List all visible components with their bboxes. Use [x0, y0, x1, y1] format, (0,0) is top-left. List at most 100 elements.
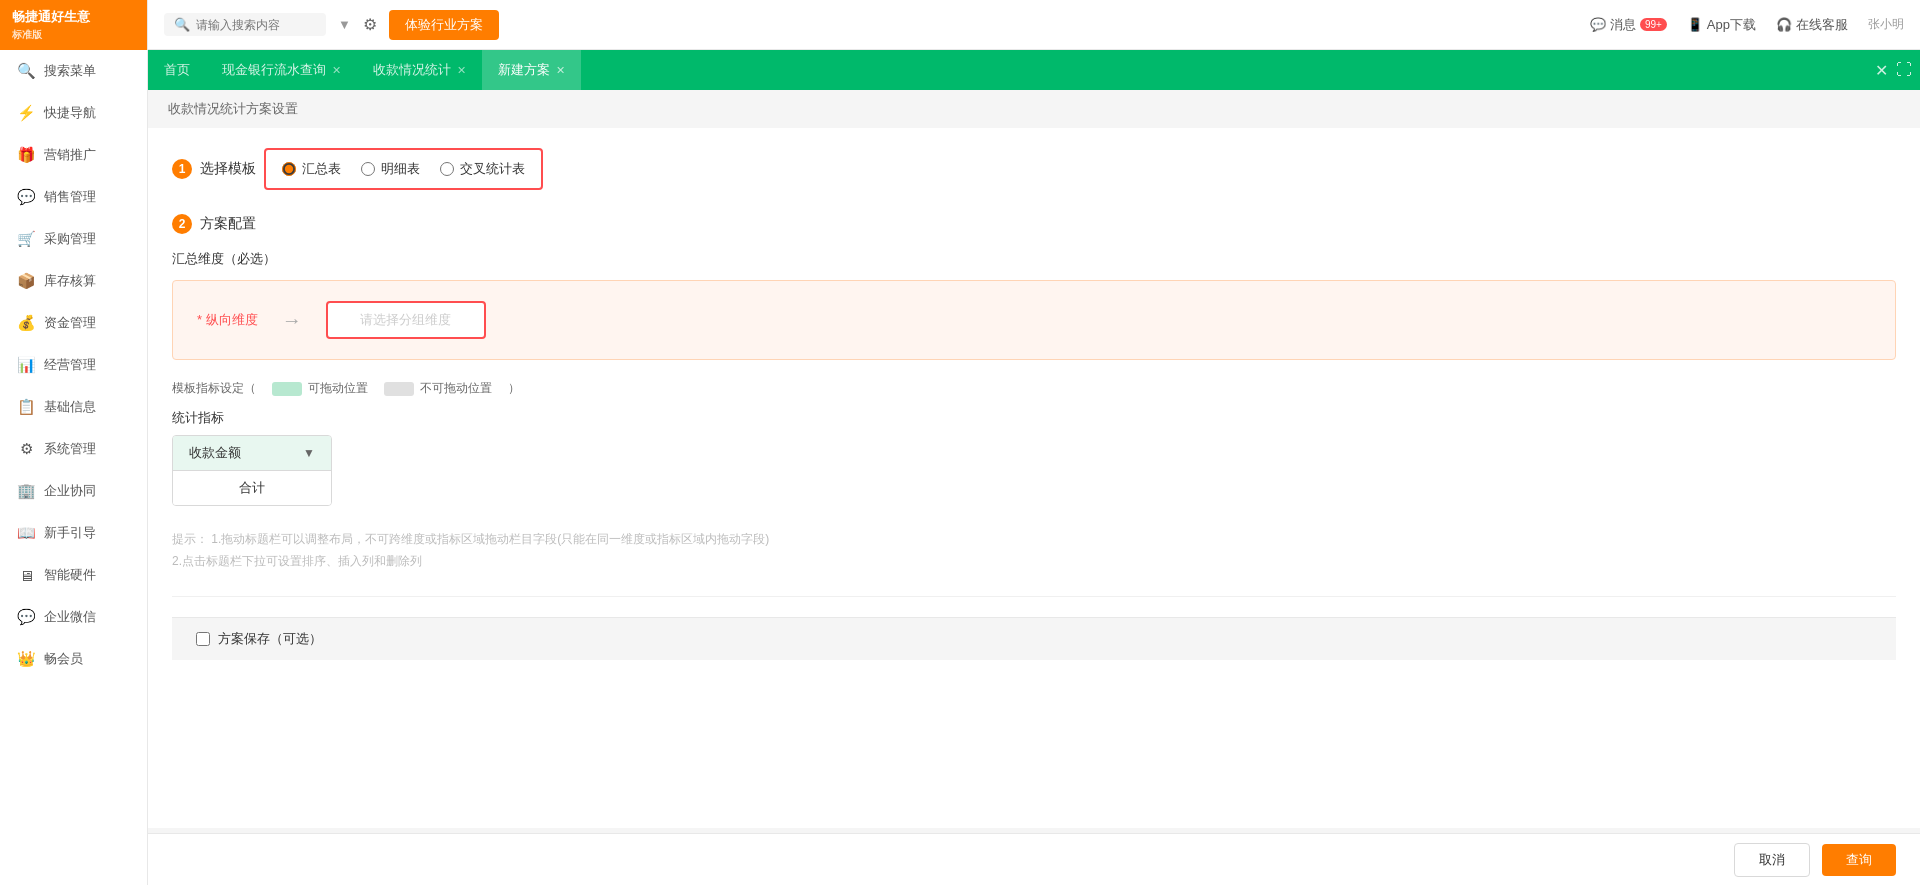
marketing-icon: 🎁	[16, 146, 36, 164]
sidebar-label-sales: 销售管理	[44, 188, 96, 206]
sidebar-label-basic-info: 基础信息	[44, 398, 96, 416]
sidebar-label-marketing: 营销推广	[44, 146, 96, 164]
sidebar-item-inventory[interactable]: 📦 库存核算	[0, 260, 147, 302]
trial-button[interactable]: 体验行业方案	[389, 10, 499, 40]
app-name: 畅捷通好生意	[12, 8, 90, 26]
tab-new-plan-label: 新建方案	[498, 61, 550, 79]
sidebar-item-search-menu[interactable]: 🔍 搜索菜单	[0, 50, 147, 92]
sidebar-label-operations: 经营管理	[44, 356, 96, 374]
tab-cashflow[interactable]: 现金银行流水查询 ✕	[206, 50, 357, 90]
sales-icon: 💬	[16, 188, 36, 206]
online-support-label: 在线客服	[1796, 16, 1848, 34]
cancel-button[interactable]: 取消	[1734, 843, 1810, 877]
step2-header: 2 方案配置	[172, 214, 1896, 234]
radio-summary[interactable]: 汇总表	[282, 160, 341, 178]
sidebar-item-marketing[interactable]: 🎁 营销推广	[0, 134, 147, 176]
app-download-label: App下载	[1707, 16, 1756, 34]
content-area: 1 选择模板 汇总表 明细表 交叉统计表	[148, 128, 1920, 828]
legend-draggable-color	[272, 382, 302, 396]
sidebar-item-purchase[interactable]: 🛒 采购管理	[0, 218, 147, 260]
app-download-btn[interactable]: 📱 App下载	[1687, 16, 1756, 34]
metrics-section-label: 统计指标	[172, 409, 1896, 427]
step2-title: 方案配置	[200, 215, 256, 233]
sidebar-item-sales[interactable]: 💬 销售管理	[0, 176, 147, 218]
step1-number: 1	[172, 159, 192, 179]
sidebar-label-enterprise-collab: 企业协同	[44, 482, 96, 500]
radio-detail-input[interactable]	[361, 162, 375, 176]
tab-bar-right: ✕ ⛶	[1875, 61, 1920, 80]
metrics-legend: 模板指标设定（ 可拖动位置 不可拖动位置 ）	[172, 380, 1896, 397]
query-button[interactable]: 查询	[1822, 844, 1896, 876]
close-window-icon[interactable]: ✕	[1875, 61, 1888, 80]
sidebar-item-vip-member[interactable]: 👑 畅会员	[0, 638, 147, 680]
tab-new-plan[interactable]: 新建方案 ✕	[482, 50, 581, 90]
settings-gear-icon[interactable]: ⚙	[363, 15, 377, 34]
metrics-dropdown-icon[interactable]: ▼	[303, 446, 315, 460]
expand-window-icon[interactable]: ⛶	[1896, 61, 1912, 79]
sidebar-item-enterprise-collab[interactable]: 🏢 企业协同	[0, 470, 147, 512]
message-icon: 💬	[1590, 17, 1606, 32]
sidebar-item-quick-nav[interactable]: ⚡ 快捷导航	[0, 92, 147, 134]
messages-label: 消息	[1610, 16, 1636, 34]
sidebar-label-smart-hardware: 智能硬件	[44, 566, 96, 584]
search-input[interactable]	[196, 18, 316, 32]
sidebar-item-operations[interactable]: 📊 经营管理	[0, 344, 147, 386]
vip-member-icon: 👑	[16, 650, 36, 668]
sidebar-item-basic-info[interactable]: 📋 基础信息	[0, 386, 147, 428]
sidebar-label-enterprise-wechat: 企业微信	[44, 608, 96, 626]
step1-section: 1 选择模板 汇总表 明细表 交叉统计表	[172, 148, 1896, 190]
user-name: 张小明	[1868, 16, 1904, 33]
tab-home[interactable]: 首页	[148, 50, 206, 90]
save-option-label[interactable]: 方案保存（可选）	[218, 630, 322, 648]
radio-summary-label: 汇总表	[302, 160, 341, 178]
sidebar: 畅捷通好生意 标准版 🔍 搜索菜单 ⚡ 快捷导航 🎁 营销推广 💬 销售管理 🛒…	[0, 0, 148, 885]
metrics-column-header[interactable]: 收款金额 ▼	[173, 436, 331, 471]
beginner-guide-icon: 📖	[16, 524, 36, 542]
system-icon: ⚙	[16, 440, 36, 458]
header-right: 💬 消息 99+ 📱 App下载 🎧 在线客服 张小明	[1590, 16, 1904, 34]
sidebar-label-system: 系统管理	[44, 440, 96, 458]
radio-crosstab-input[interactable]	[440, 162, 454, 176]
sidebar-item-finance[interactable]: 💰 资金管理	[0, 302, 147, 344]
sidebar-item-enterprise-wechat[interactable]: 💬 企业微信	[0, 596, 147, 638]
metrics-table: 收款金额 ▼ 合计	[172, 435, 332, 506]
radio-detail-label: 明细表	[381, 160, 420, 178]
dimension-area: * 纵向维度 → 请选择分组维度	[172, 280, 1896, 360]
app-logo: 畅捷通好生意 标准版	[0, 0, 147, 50]
legend-closing-paren: ）	[508, 380, 520, 397]
radio-detail[interactable]: 明细表	[361, 160, 420, 178]
sidebar-label-inventory: 库存核算	[44, 272, 96, 290]
sidebar-item-beginner-guide[interactable]: 📖 新手引导	[0, 512, 147, 554]
config-section: 汇总维度（必选） * 纵向维度 → 请选择分组维度 模板指标设定（ 可拖动位置	[172, 250, 1896, 572]
dimension-select-box[interactable]: 请选择分组维度	[326, 301, 486, 339]
online-support-btn[interactable]: 🎧 在线客服	[1776, 16, 1848, 34]
search-box[interactable]: 🔍	[164, 13, 326, 36]
finance-icon: 💰	[16, 314, 36, 332]
template-radio-group: 汇总表 明细表 交叉统计表	[282, 160, 525, 178]
legend-draggable-label: 可拖动位置	[308, 380, 368, 397]
sidebar-item-system[interactable]: ⚙ 系统管理	[0, 428, 147, 470]
smart-hardware-icon: 🖥	[16, 567, 36, 584]
app-download-icon: 📱	[1687, 17, 1703, 32]
step2-section: 2 方案配置 汇总维度（必选） * 纵向维度 → 请选择分组维度 模板指标设定（	[172, 214, 1896, 572]
tab-cashflow-close-icon[interactable]: ✕	[332, 64, 341, 77]
tab-collection-stats[interactable]: 收款情况统计 ✕	[357, 50, 482, 90]
sidebar-label-beginner-guide: 新手引导	[44, 524, 96, 542]
search-icon: 🔍	[174, 17, 190, 32]
radio-crosstab[interactable]: 交叉统计表	[440, 160, 525, 178]
sidebar-label-purchase: 采购管理	[44, 230, 96, 248]
enterprise-wechat-icon: 💬	[16, 608, 36, 626]
messages-btn[interactable]: 💬 消息 99+	[1590, 16, 1667, 34]
chevron-down-icon[interactable]: ▼	[338, 17, 351, 32]
quick-nav-icon: ⚡	[16, 104, 36, 122]
sidebar-label-vip-member: 畅会员	[44, 650, 83, 668]
metrics-setting-label: 模板指标设定（	[172, 380, 256, 397]
tab-collection-stats-close-icon[interactable]: ✕	[457, 64, 466, 77]
metrics-config: 模板指标设定（ 可拖动位置 不可拖动位置 ） 统计指标	[172, 380, 1896, 509]
tips-line1: 提示： 1.拖动标题栏可以调整布局，不可跨维度或指标区域拖动栏目字段(只能在同一…	[172, 529, 1896, 551]
tips-line2: 2.点击标题栏下拉可设置排序、插入列和删除列	[172, 551, 1896, 573]
sidebar-item-smart-hardware[interactable]: 🖥 智能硬件	[0, 554, 147, 596]
tab-new-plan-close-icon[interactable]: ✕	[556, 64, 565, 77]
save-option-checkbox[interactable]	[196, 632, 210, 646]
radio-summary-input[interactable]	[282, 162, 296, 176]
